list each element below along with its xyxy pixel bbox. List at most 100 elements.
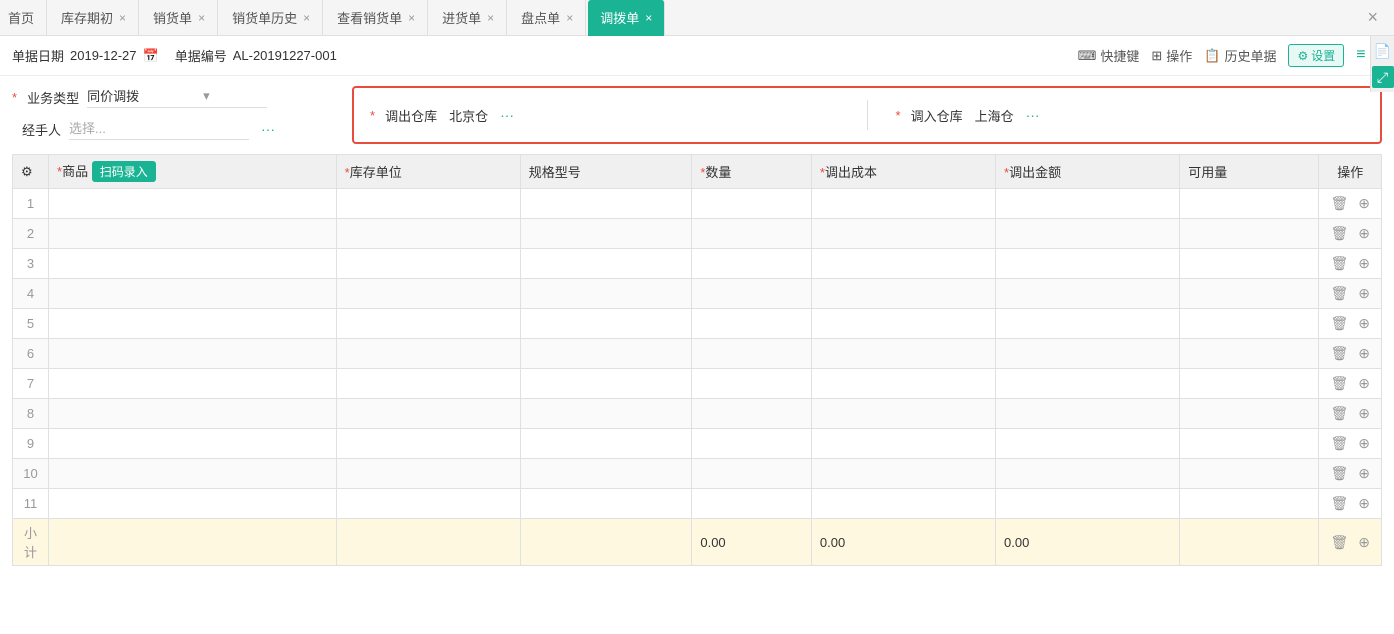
cell-product[interactable]: [49, 309, 337, 339]
cell-amount[interactable]: [996, 459, 1180, 489]
cell-qty[interactable]: [692, 369, 812, 399]
cell-cost[interactable]: [811, 369, 995, 399]
delete-row-btn[interactable]: 🗑: [1327, 434, 1351, 453]
in-warehouse-value[interactable]: 上海仓: [975, 106, 1014, 125]
tab-view-sales[interactable]: 查看销货单×: [325, 0, 428, 36]
cell-spec[interactable]: [520, 249, 692, 279]
cell-product[interactable]: [49, 249, 337, 279]
cell-cost[interactable]: [811, 339, 995, 369]
cell-qty[interactable]: [692, 429, 812, 459]
delete-row-btn[interactable]: 🗑: [1327, 344, 1351, 363]
cell-spec[interactable]: [520, 279, 692, 309]
calendar-icon[interactable]: 📅: [143, 48, 159, 64]
cell-available[interactable]: [1180, 459, 1319, 489]
cell-unit[interactable]: [336, 369, 520, 399]
tab-close-sales-order[interactable]: ×: [198, 11, 205, 25]
tab-sales-order[interactable]: 销货单×: [141, 0, 218, 36]
tab-close-transfer[interactable]: ×: [645, 11, 652, 25]
cell-cost[interactable]: [811, 429, 995, 459]
tab-sales-history[interactable]: 销货单历史×: [220, 0, 323, 36]
cell-product[interactable]: [49, 189, 337, 219]
cell-qty[interactable]: [692, 309, 812, 339]
delete-row-btn[interactable]: 🗑: [1327, 374, 1351, 393]
copy-row-btn[interactable]: ⊕: [1355, 284, 1373, 303]
copy-row-btn[interactable]: ⊕: [1355, 464, 1373, 483]
cell-unit[interactable]: [336, 489, 520, 519]
delete-row-btn[interactable]: 🗑: [1327, 224, 1351, 243]
tab-inventory-init[interactable]: 库存期初×: [49, 0, 139, 36]
cell-spec[interactable]: [520, 369, 692, 399]
cell-available[interactable]: [1180, 279, 1319, 309]
cell-spec[interactable]: [520, 489, 692, 519]
copy-row-btn[interactable]: ⊕: [1355, 404, 1373, 423]
cell-cost[interactable]: [811, 399, 995, 429]
cell-unit[interactable]: [336, 459, 520, 489]
cell-product[interactable]: [49, 279, 337, 309]
col-gear[interactable]: ⚙: [13, 155, 49, 189]
cell-available[interactable]: [1180, 339, 1319, 369]
cell-unit[interactable]: [336, 279, 520, 309]
cell-amount[interactable]: [996, 489, 1180, 519]
cell-cost[interactable]: [811, 489, 995, 519]
cell-qty[interactable]: [692, 339, 812, 369]
handler-dots-btn[interactable]: ···: [261, 121, 275, 137]
copy-row-btn[interactable]: ⊕: [1355, 494, 1373, 513]
tab-stocktake[interactable]: 盘点单×: [509, 0, 586, 36]
subtotal-delete-btn[interactable]: 🗑: [1327, 533, 1351, 552]
cell-spec[interactable]: [520, 309, 692, 339]
sidebar-expand-icon[interactable]: ⤢: [1372, 66, 1394, 88]
delete-row-btn[interactable]: 🗑: [1327, 494, 1351, 513]
business-type-select[interactable]: 同价调拨 ▾: [87, 86, 267, 108]
cell-amount[interactable]: [996, 189, 1180, 219]
cell-unit[interactable]: [336, 399, 520, 429]
cell-cost[interactable]: [811, 189, 995, 219]
copy-row-btn[interactable]: ⊕: [1355, 194, 1373, 213]
cell-amount[interactable]: [996, 309, 1180, 339]
cell-cost[interactable]: [811, 309, 995, 339]
copy-row-btn[interactable]: ⊕: [1355, 254, 1373, 273]
copy-row-btn[interactable]: ⊕: [1355, 374, 1373, 393]
cell-unit[interactable]: [336, 309, 520, 339]
history-btn[interactable]: 📋 历史单据: [1204, 46, 1276, 65]
handler-select[interactable]: 选择...: [69, 118, 249, 140]
delete-row-btn[interactable]: 🗑: [1327, 404, 1351, 423]
tab-transfer[interactable]: 调拨单×: [588, 0, 665, 36]
tab-close-sales-history[interactable]: ×: [303, 11, 310, 25]
in-warehouse-dots-btn[interactable]: ···: [1026, 107, 1040, 123]
out-warehouse-dots-btn[interactable]: ···: [500, 107, 514, 123]
cell-spec[interactable]: [520, 399, 692, 429]
cell-product[interactable]: [49, 489, 337, 519]
cell-available[interactable]: [1180, 429, 1319, 459]
delete-row-btn[interactable]: 🗑: [1327, 464, 1351, 483]
cell-available[interactable]: [1180, 249, 1319, 279]
cell-amount[interactable]: [996, 249, 1180, 279]
cell-qty[interactable]: [692, 489, 812, 519]
cell-cost[interactable]: [811, 279, 995, 309]
cell-product[interactable]: [49, 219, 337, 249]
cell-spec[interactable]: [520, 189, 692, 219]
list-view-btn[interactable]: ≡: [1356, 46, 1365, 66]
cell-qty[interactable]: [692, 219, 812, 249]
delete-row-btn[interactable]: 🗑: [1327, 194, 1351, 213]
subtotal-copy-btn[interactable]: ⊕: [1355, 533, 1373, 552]
cell-amount[interactable]: [996, 279, 1180, 309]
cell-cost[interactable]: [811, 459, 995, 489]
cell-available[interactable]: [1180, 189, 1319, 219]
cell-product[interactable]: [49, 399, 337, 429]
cell-available[interactable]: [1180, 399, 1319, 429]
delete-row-btn[interactable]: 🗑: [1327, 314, 1351, 333]
copy-row-btn[interactable]: ⊕: [1355, 344, 1373, 363]
operations-btn[interactable]: ⊞ 操作: [1151, 46, 1192, 65]
cell-product[interactable]: [49, 369, 337, 399]
cell-unit[interactable]: [336, 249, 520, 279]
tab-close-inventory-init[interactable]: ×: [119, 11, 126, 25]
tab-close-purchase-order[interactable]: ×: [487, 11, 494, 25]
cell-qty[interactable]: [692, 189, 812, 219]
shortcuts-btn[interactable]: ⌨ 快捷键: [1078, 46, 1140, 65]
cell-product[interactable]: [49, 339, 337, 369]
tab-home[interactable]: 首页: [8, 0, 47, 36]
settings-btn[interactable]: ⚙ 设置: [1288, 44, 1344, 67]
out-warehouse-value[interactable]: 北京仓: [449, 106, 488, 125]
cell-qty[interactable]: [692, 399, 812, 429]
copy-row-btn[interactable]: ⊕: [1355, 224, 1373, 243]
